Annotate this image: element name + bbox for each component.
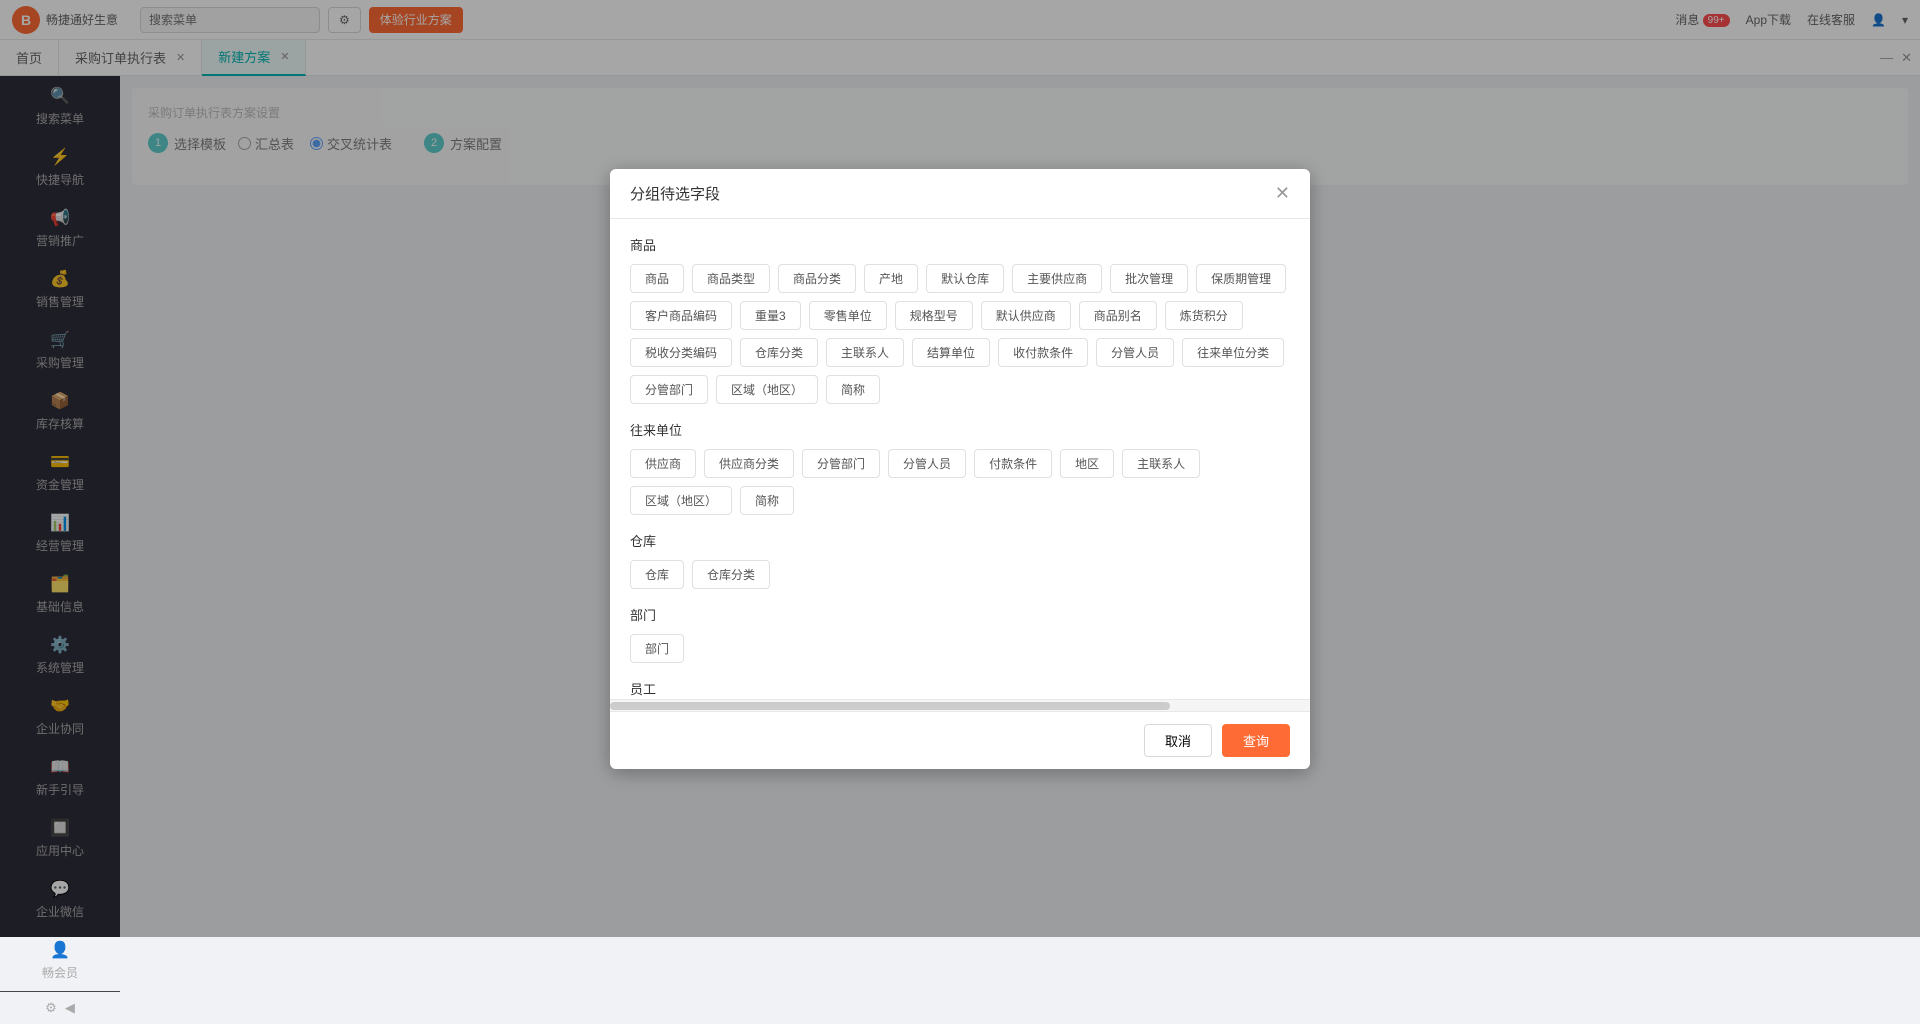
modal-footer: 取消 查询 — [610, 711, 1310, 769]
modal-horizontal-scrollbar[interactable] — [610, 699, 1310, 711]
field-tag[interactable]: 主联系人 — [1122, 449, 1200, 478]
modal-close-btn[interactable]: ✕ — [1275, 184, 1290, 202]
field-tag[interactable]: 仓库分类 — [740, 338, 818, 367]
modal-header: 分组待选字段 ✕ — [610, 169, 1310, 219]
sidebar-item-member[interactable]: 👤 畅会员 — [0, 930, 120, 991]
sidebar-settings-btn[interactable]: ⚙ — [45, 1000, 57, 1016]
section-department: 部门 部门 — [630, 605, 1290, 663]
field-tag[interactable]: 收付款条件 — [998, 338, 1088, 367]
section-warehouse-title: 仓库 — [630, 531, 1290, 550]
field-tag[interactable]: 区域（地区） — [716, 375, 818, 404]
field-tag[interactable]: 付款条件 — [974, 449, 1052, 478]
section-employee-title: 员工 — [630, 679, 1290, 698]
section-employee: 员工 业务员 — [630, 679, 1290, 699]
field-tag[interactable]: 批次管理 — [1110, 264, 1188, 293]
field-tag[interactable]: 仓库 — [630, 560, 684, 589]
content-area: 采购订单执行表方案设置 1 选择模板 汇总表 交叉统计表 2 方案配置 — [120, 76, 1920, 937]
section-counterparty: 往来单位 供应商 供应商分类 分管部门 分管人员 付款条件 地区 主联系人 区域… — [630, 420, 1290, 515]
field-tag[interactable]: 分管部门 — [802, 449, 880, 478]
field-tag[interactable]: 供应商分类 — [704, 449, 794, 478]
field-tag[interactable]: 商品 — [630, 264, 684, 293]
sidebar-collapse-btn[interactable]: ◀ — [65, 1000, 75, 1016]
field-tag[interactable]: 商品别名 — [1079, 301, 1157, 330]
modal-body[interactable]: 商品 商品 商品类型 商品分类 产地 默认仓库 主要供应商 批次管理 保质期管理… — [610, 219, 1310, 699]
field-tag[interactable]: 供应商 — [630, 449, 696, 478]
section-goods-title: 商品 — [630, 235, 1290, 254]
section-warehouse-tags: 仓库 仓库分类 — [630, 560, 1290, 589]
field-tag[interactable]: 默认仓库 — [926, 264, 1004, 293]
main-layout: 🔍 搜索菜单 ⚡ 快捷导航 📢 营销推广 💰 销售管理 🛒 采购管理 📦 库存核… — [0, 76, 1920, 937]
field-tag[interactable]: 商品分类 — [778, 264, 856, 293]
member-icon: 👤 — [50, 940, 70, 960]
field-tag[interactable]: 炼货积分 — [1165, 301, 1243, 330]
field-tag[interactable]: 主要供应商 — [1012, 264, 1102, 293]
section-warehouse: 仓库 仓库 仓库分类 — [630, 531, 1290, 589]
field-tag[interactable]: 分管人员 — [888, 449, 966, 478]
field-tag[interactable]: 默认供应商 — [981, 301, 1071, 330]
modal-overlay: 分组待选字段 ✕ 商品 商品 商品类型 商品分类 产地 默认仓库 主要供应商 — [120, 76, 1920, 937]
field-tag[interactable]: 地区 — [1060, 449, 1114, 478]
field-tag[interactable]: 规格型号 — [895, 301, 973, 330]
sidebar-bottom: ⚙ ◀ — [0, 991, 120, 1024]
field-tag[interactable]: 仓库分类 — [692, 560, 770, 589]
modal-title: 分组待选字段 — [630, 183, 720, 204]
section-department-title: 部门 — [630, 605, 1290, 624]
confirm-button[interactable]: 查询 — [1222, 724, 1290, 757]
section-department-tags: 部门 — [630, 634, 1290, 663]
field-tag[interactable]: 重量3 — [740, 301, 801, 330]
field-tag[interactable]: 简称 — [740, 486, 794, 515]
field-select-modal: 分组待选字段 ✕ 商品 商品 商品类型 商品分类 产地 默认仓库 主要供应商 — [610, 169, 1310, 769]
field-tag[interactable]: 零售单位 — [809, 301, 887, 330]
section-goods-tags: 商品 商品类型 商品分类 产地 默认仓库 主要供应商 批次管理 保质期管理 客户… — [630, 264, 1290, 404]
field-tag[interactable]: 税收分类编码 — [630, 338, 732, 367]
section-counterparty-tags: 供应商 供应商分类 分管部门 分管人员 付款条件 地区 主联系人 区域（地区） … — [630, 449, 1290, 515]
field-tag[interactable]: 分管部门 — [630, 375, 708, 404]
field-tag[interactable]: 商品类型 — [692, 264, 770, 293]
modal-hscroll-thumb[interactable] — [610, 702, 1170, 710]
field-tag[interactable]: 部门 — [630, 634, 684, 663]
cancel-button[interactable]: 取消 — [1144, 724, 1212, 757]
field-tag[interactable]: 产地 — [864, 264, 918, 293]
section-goods: 商品 商品 商品类型 商品分类 产地 默认仓库 主要供应商 批次管理 保质期管理… — [630, 235, 1290, 404]
field-tag[interactable]: 保质期管理 — [1196, 264, 1286, 293]
field-tag[interactable]: 分管人员 — [1096, 338, 1174, 367]
field-tag[interactable]: 往来单位分类 — [1182, 338, 1284, 367]
field-tag[interactable]: 结算单位 — [912, 338, 990, 367]
section-counterparty-title: 往来单位 — [630, 420, 1290, 439]
field-tag[interactable]: 简称 — [826, 375, 880, 404]
field-tag[interactable]: 客户商品编码 — [630, 301, 732, 330]
field-tag[interactable]: 区域（地区） — [630, 486, 732, 515]
field-tag[interactable]: 主联系人 — [826, 338, 904, 367]
